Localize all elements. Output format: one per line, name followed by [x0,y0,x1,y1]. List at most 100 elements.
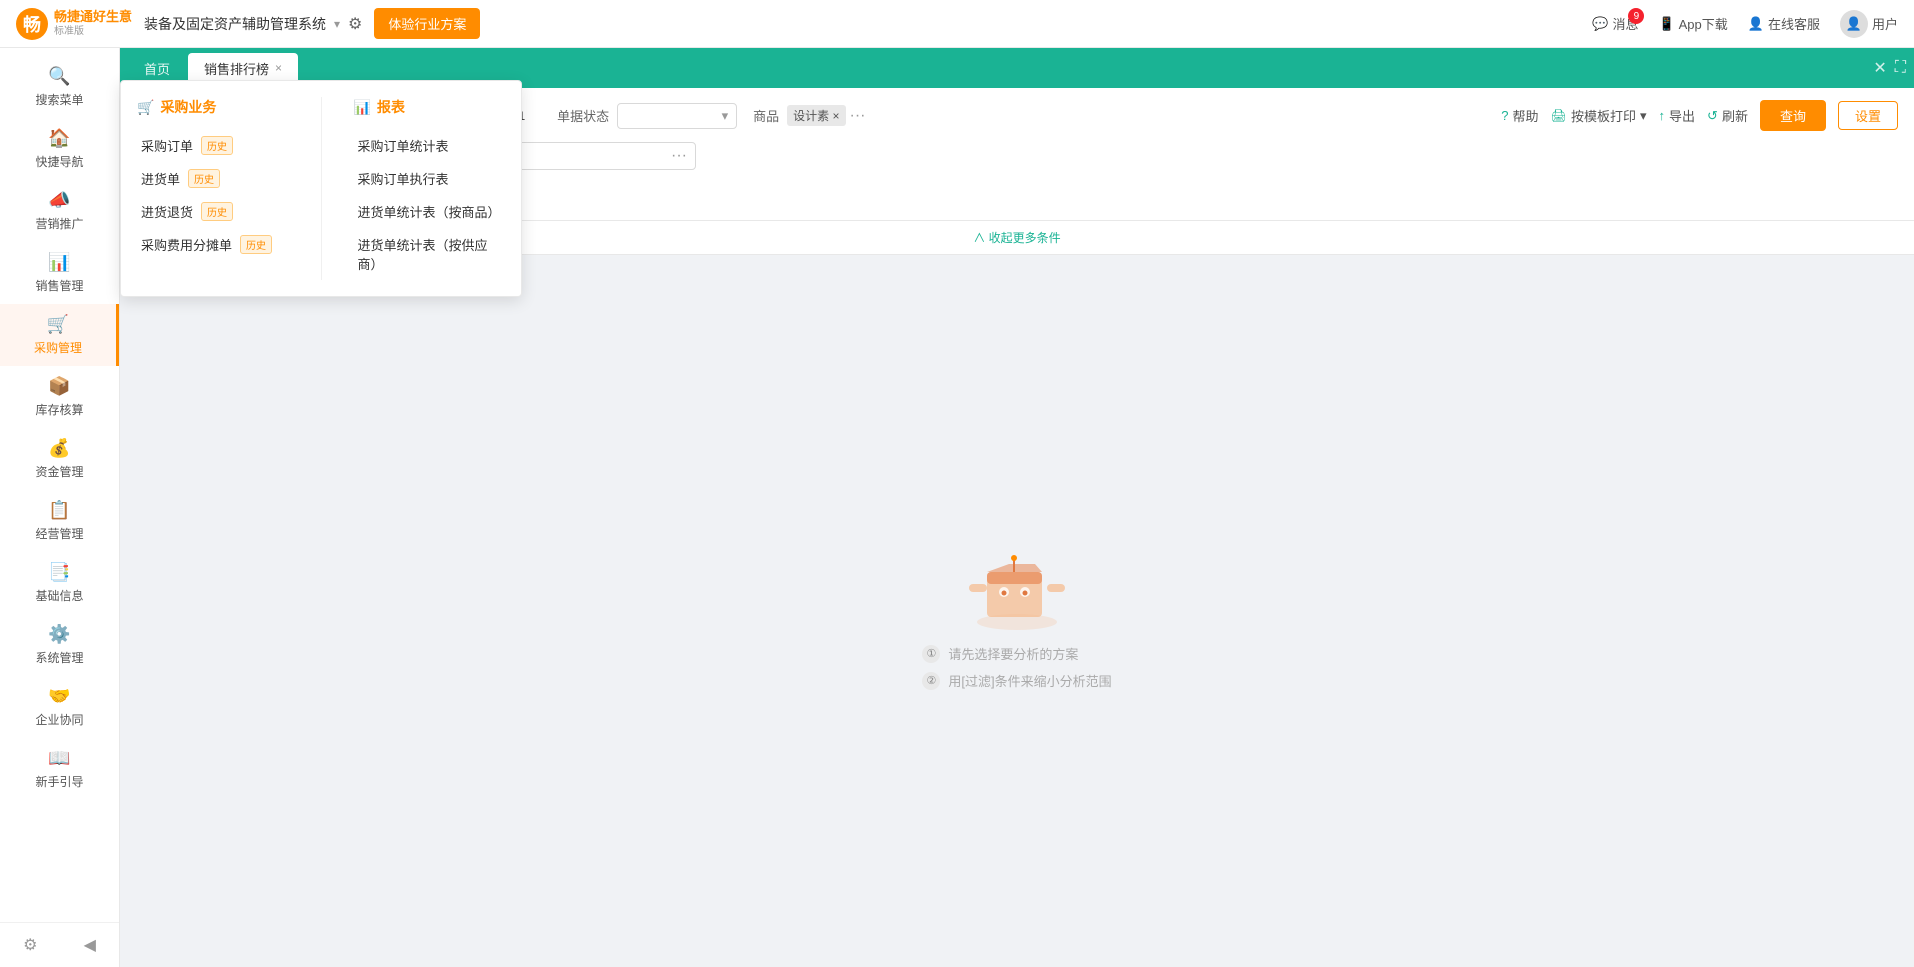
incoming-stat-supplier-label: 进货单统计表（按供应商） [358,235,502,273]
sidebar-item-collab[interactable]: 🤝 企业协同 [0,676,119,738]
tab-home[interactable]: 首页 [128,53,186,84]
menu-item-expense[interactable]: 采购费用分摊单 历史 [137,228,289,261]
sidebar-item-inventory[interactable]: 📦 库存核算 [0,366,119,428]
app-download-btn[interactable]: 📱 App下载 [1658,14,1727,33]
help-label: 帮助 [1512,106,1538,125]
sidebar-item-operation[interactable]: 📋 经营管理 [0,490,119,552]
menu-item-return[interactable]: 进货退货 历史 [137,195,289,228]
sidebar-item-base[interactable]: 📑 基础信息 [0,552,119,614]
purchase-order-stat-label: 采购订单统计表 [358,136,449,155]
app-label: App下载 [1679,14,1728,33]
sidebar-item-label: 采购管理 [34,339,82,356]
collab-icon: 🤝 [48,686,70,707]
incoming-stat-goods-label: 进货单统计表（按商品） [358,202,501,221]
collapse-label: ∧ 收起更多条件 [973,231,1060,245]
help-btn[interactable]: ? 帮助 [1501,106,1538,125]
message-badge: 9 [1628,8,1644,24]
purchase-section-title: 🛒 采购业务 [137,97,289,117]
refresh-btn[interactable]: ↺ 刷新 [1707,106,1748,125]
collapse-sidebar-icon[interactable]: ◀ [84,935,96,955]
sidebar-item-purchase[interactable]: 🛒 采购管理 [0,304,119,366]
sidebar-item-label: 系统管理 [35,649,83,666]
salesperson-more[interactable]: ··· [671,147,687,165]
industry-btn[interactable]: 体验行业方案 [374,8,480,39]
print-arrow[interactable]: ▾ [1640,108,1647,124]
help-icon: ? [1501,108,1508,123]
salesperson-select[interactable]: ··· [496,142,696,170]
sidebar-item-sales[interactable]: 📊 销售管理 [0,242,119,304]
menu-item-incoming-stat-supplier[interactable]: 进货单统计表（按供应商） [354,228,506,280]
sidebar-item-system[interactable]: ⚙️ 系统管理 [0,614,119,676]
purchase-dropdown-menu: 🛒 采购业务 采购订单 历史 进货单 历史 进货退货 历史 采购费用分摊单 历史 [120,80,522,297]
goods-tag-badge[interactable]: 设计素 × [787,105,845,126]
sidebar-item-finance[interactable]: 💰 资金管理 [0,428,119,490]
print-btn[interactable]: 🖨 按模板打印 ▾ [1550,106,1646,125]
tab-close-icon[interactable]: × [275,61,282,75]
toolbar-right: ? 帮助 🖨 按模板打印 ▾ ↑ 导出 ↺ 刷新 [1501,100,1898,131]
sidebar-item-guide[interactable]: 📖 新手引导 [0,738,119,800]
tab-sales-rank[interactable]: 销售排行榜 × [188,53,298,84]
export-btn[interactable]: ↑ 导出 [1659,106,1696,125]
finance-icon: 💰 [48,438,70,459]
search-icon: 🔍 [48,66,70,87]
report-section-label: 报表 [377,97,405,117]
header-right: 💬 消息 9 📱 App下载 👤 在线客服 👤 用户 [1592,10,1898,38]
sidebar-item-label: 新手引导 [35,773,83,790]
sidebar-bottom: ⚙ ◀ [0,922,119,967]
main-layout: 🔍 搜索菜单 🏠 快捷导航 📣 营销推广 📊 销售管理 🛒 采购管理 📦 库存核… [0,48,1914,967]
menu-report-section: 📊 报表 采购订单统计表 采购订单执行表 进货单统计表（按商品） 进货单统计表（… [354,97,506,280]
system-title: 装备及固定资产辅助管理系统 ▾ [144,14,340,34]
purchase-section-label: 采购业务 [160,97,216,117]
sidebar-item-marketing[interactable]: 📣 营销推广 [0,180,119,242]
query-btn[interactable]: 查询 [1760,100,1826,131]
sidebar: 🔍 搜索菜单 🏠 快捷导航 📣 营销推广 📊 销售管理 🛒 采购管理 📦 库存核… [0,48,120,967]
history-tag-3: 历史 [201,202,233,221]
inventory-icon: 📦 [48,376,70,397]
sidebar-item-label: 销售管理 [35,277,83,294]
settings-bottom-icon[interactable]: ⚙ [23,935,37,955]
sidebar-item-quicknav[interactable]: 🏠 快捷导航 [0,118,119,180]
top-header: 畅 畅捷通好生意 标准版 装备及固定资产辅助管理系统 ▾ ⚙ 体验行业方案 💬 … [0,0,1914,48]
goods-more-btn[interactable]: ··· [850,107,866,125]
sidebar-item-label: 经营管理 [35,525,83,542]
user-menu-btn[interactable]: 👤 用户 [1840,10,1898,38]
voucher-status-label: 单据状态 [557,106,609,125]
sidebar-item-label: 搜索菜单 [35,91,83,108]
goods-label: 商品 [753,106,779,125]
voucher-status-select[interactable]: ▾ [617,103,737,129]
message-btn[interactable]: 💬 消息 9 [1592,14,1638,33]
menu-item-incoming-stat-goods[interactable]: 进货单统计表（按商品） [354,195,506,228]
user-avatar: 👤 [1840,10,1868,38]
expense-label: 采购费用分摊单 [141,235,232,254]
set-btn[interactable]: 设置 [1838,101,1898,130]
online-service-btn[interactable]: 👤 在线客服 [1748,14,1820,33]
goods-tag-text: 设计素 × [793,107,839,124]
tab-close-window-icon[interactable]: ✕ [1873,58,1886,78]
purchase-order-exec-label: 采购订单执行表 [358,169,449,188]
report-section-icon: 📊 [354,99,371,116]
report-section-title: 📊 报表 [354,97,506,117]
menu-divider [321,97,322,280]
sidebar-item-label: 营销推广 [35,215,83,232]
incoming-label: 进货单 [141,169,180,188]
tab-maximize-icon[interactable]: ⛶ [1895,59,1906,77]
marketing-icon: 📣 [48,190,70,211]
menu-item-purchase-order[interactable]: 采购订单 历史 [137,129,289,162]
empty-hint-2: ② 用[过滤]条件来缩小分析范围 [922,671,1111,690]
empty-hint-2-text: 用[过滤]条件来缩小分析范围 [948,671,1111,690]
menu-item-purchase-order-exec[interactable]: 采购订单执行表 [354,162,506,195]
gear-icon[interactable]: ⚙ [348,14,362,34]
service-label: 在线客服 [1768,14,1820,33]
voucher-status-arrow: ▾ [722,108,729,124]
menu-item-incoming[interactable]: 进货单 历史 [137,162,289,195]
purchase-icon: 🛒 [47,314,69,335]
message-icon: 💬 [1592,16,1608,32]
menu-item-purchase-order-stat[interactable]: 采购订单统计表 [354,129,506,162]
empty-hint-1: ① 请先选择要分析的方案 [922,644,1111,663]
export-icon: ↑ [1659,108,1666,123]
sidebar-item-search[interactable]: 🔍 搜索菜单 [0,56,119,118]
empty-text-list: ① 请先选择要分析的方案 ② 用[过滤]条件来缩小分析范围 [922,644,1111,690]
phone-icon: 📱 [1658,16,1674,32]
system-title-arrow[interactable]: ▾ [334,17,340,31]
base-icon: 📑 [48,562,70,583]
